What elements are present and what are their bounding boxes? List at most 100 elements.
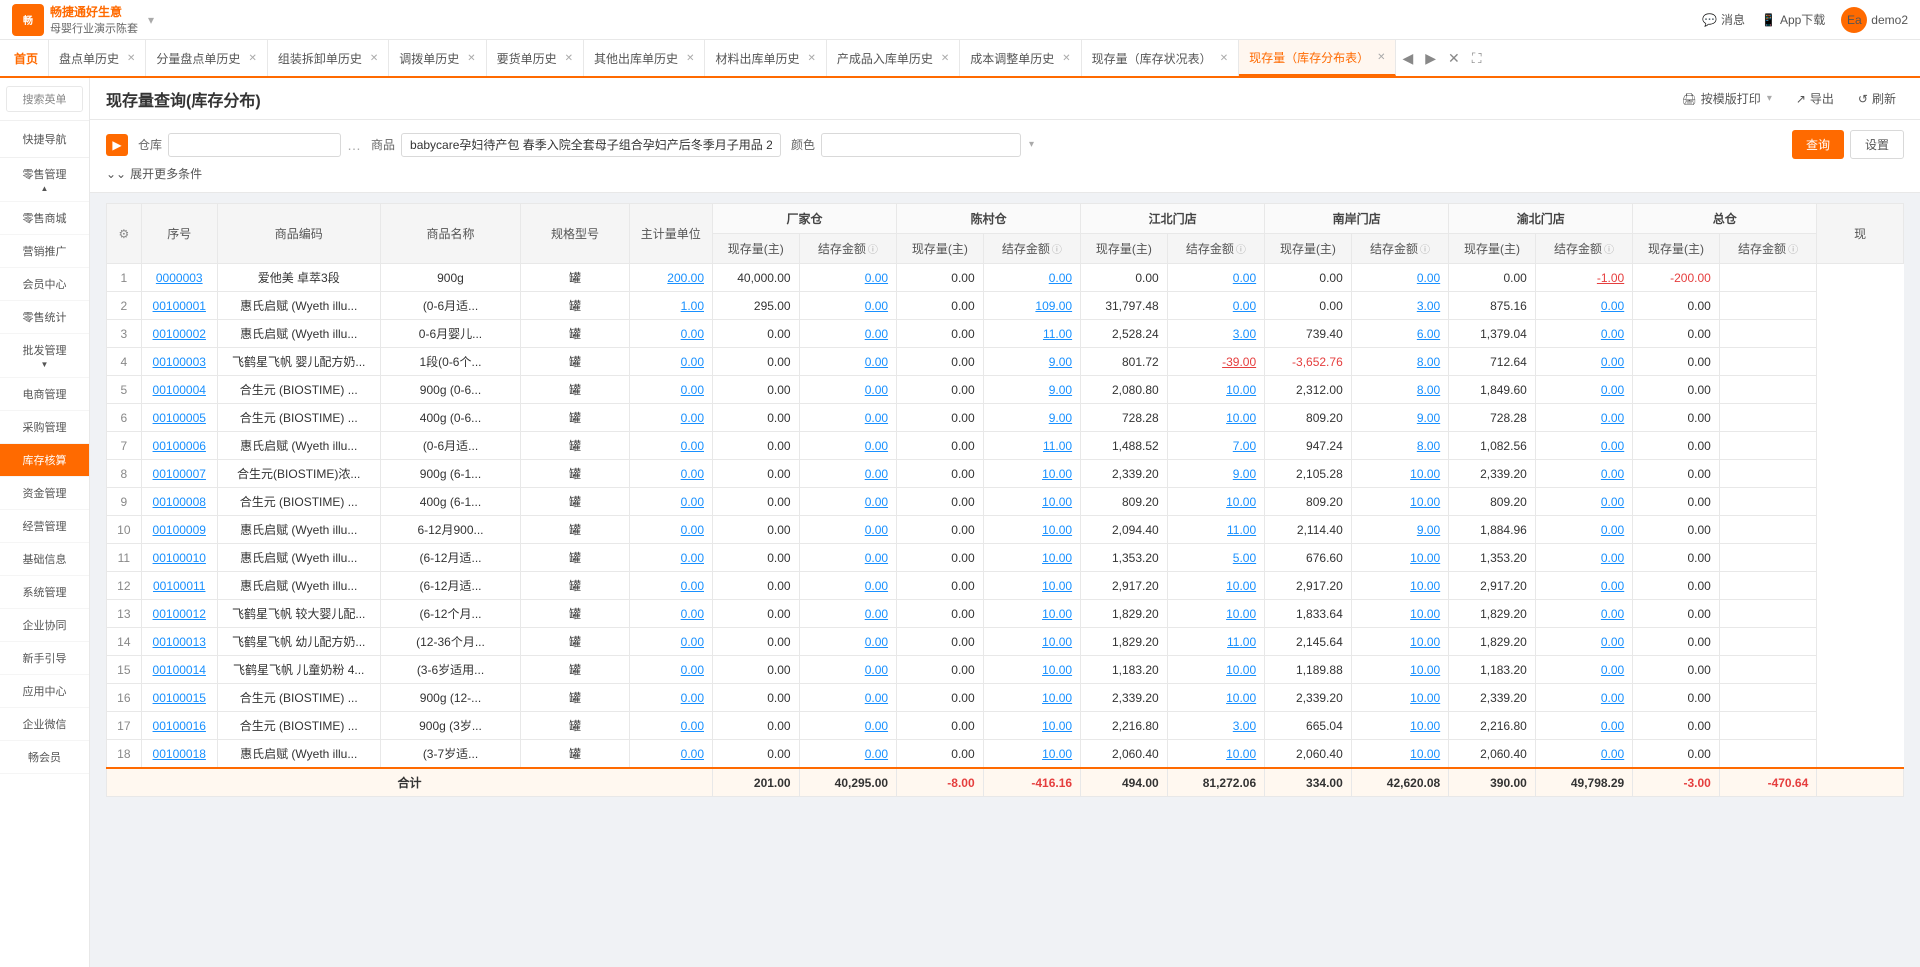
dropdown-icon[interactable]: ▾: [148, 13, 154, 27]
tab-close-all-btn[interactable]: ✕: [1442, 50, 1466, 67]
sidebar-item-member2[interactable]: 畅会员: [0, 741, 89, 774]
phone-icon: 📱: [1761, 13, 1776, 27]
chevron-up-icon: ▲: [41, 184, 49, 193]
print-btn[interactable]: 🖨 按模版打印 ▾: [1674, 86, 1780, 111]
col-yubeimen-stock: 现存量(主): [1449, 234, 1536, 264]
sidebar-item-retail-stats[interactable]: 零售统计: [0, 301, 89, 334]
sidebar-item-operations[interactable]: 经营管理: [0, 510, 89, 543]
col-jiangbei-header: 江北门店: [1081, 204, 1265, 234]
export-btn[interactable]: ↗ 导出: [1788, 86, 1842, 111]
col-yubeimen-amt: 结存金额ⓘ: [1535, 234, 1632, 264]
main-layout: 搜索英单 快捷导航 零售管理 ▲ 零售商城 营销推广 会员中心 零售统计 批发管…: [0, 78, 1920, 967]
tab-cost-adjust[interactable]: 成本调整单历史 ✕: [960, 40, 1081, 76]
sidebar-item-member[interactable]: 会员中心: [0, 268, 89, 301]
close-icon[interactable]: ✕: [127, 53, 135, 64]
sidebar-item-basics[interactable]: 基础信息: [0, 543, 89, 576]
table-row: 1200100011惠氏启赋 (Wyeth illu...(6-12月适...罐…: [107, 572, 1904, 600]
tabs-bar: 首页 盘点单历史 ✕ 分量盘点单历史 ✕ 组装拆卸单历史 ✕ 调拨单历史 ✕ 要…: [0, 40, 1920, 78]
page-header: 现存量查询(库存分布) 🖨 按模版打印 ▾ ↗ 导出 ↺ 刷新: [90, 78, 1920, 120]
tab-next-btn[interactable]: ▶: [1419, 50, 1442, 67]
table-container[interactable]: ⚙ 序号 商品编码 商品名称 规格型号 主计量单位 厂家仓 陈村仓 江北门店 南…: [90, 193, 1920, 967]
brand-name: 畅捷通好生意: [50, 3, 138, 20]
tab-stock-status[interactable]: 现存量（库存状况表） ✕: [1082, 40, 1239, 76]
close-icon[interactable]: ✕: [807, 53, 815, 64]
warehouse-field: 仓库 …: [138, 133, 361, 157]
warehouse-input[interactable]: [168, 133, 341, 157]
col-idx-header: 序号: [141, 204, 217, 264]
close-icon[interactable]: ✕: [1220, 53, 1228, 64]
tab-sub-stocktake[interactable]: 分量盘点单历史 ✕: [146, 40, 267, 76]
col-factory-header: 厂家仓: [713, 204, 897, 234]
sidebar-item-label: 会员中心: [23, 276, 67, 292]
sidebar-item-marketing[interactable]: 营销推广: [0, 235, 89, 268]
table-row: 400100003飞鹤星飞帆 婴儿配方奶...1段(0-6个...罐0.000.…: [107, 348, 1904, 376]
sidebar-nav-area: 快捷导航: [0, 121, 89, 158]
sidebar-item-guide[interactable]: 新手引导: [0, 642, 89, 675]
tab-expand-btn[interactable]: ⛶: [1466, 50, 1488, 67]
close-icon[interactable]: ✕: [686, 53, 694, 64]
tab-prev-btn[interactable]: ◀: [1396, 50, 1419, 67]
close-icon[interactable]: ✕: [248, 53, 256, 64]
col-nanan-stock: 现存量(主): [1265, 234, 1352, 264]
sidebar-item-finance[interactable]: 资金管理: [0, 477, 89, 510]
sidebar-item-label: 企业微信: [23, 716, 67, 732]
message-btn[interactable]: 💬 消息: [1702, 11, 1745, 28]
tab-stocktake[interactable]: 盘点单历史 ✕: [49, 40, 146, 76]
table-row: 300100002惠氏启赋 (Wyeth illu...0-6月婴儿...罐0.…: [107, 320, 1904, 348]
sidebar-item-inventory[interactable]: 库存核算: [0, 444, 89, 477]
table-row: 10000003爱他美 卓萃3段900g罐200.0040,000.000.00…: [107, 264, 1904, 292]
tab-stock-dist[interactable]: 现存量（库存分布表） ✕: [1239, 40, 1396, 76]
tab-home[interactable]: 首页: [4, 40, 49, 76]
sidebar-item-purchase[interactable]: 采购管理: [0, 411, 89, 444]
sidebar-item-system[interactable]: 系统管理: [0, 576, 89, 609]
product-input[interactable]: [401, 133, 781, 157]
setting-btn[interactable]: 设置: [1850, 130, 1904, 159]
avatar: Ea: [1841, 7, 1867, 33]
warehouse-label: 仓库: [138, 136, 162, 153]
user-area[interactable]: Ea demo2: [1841, 7, 1908, 33]
sidebar-item-ecommerce[interactable]: 电商管理: [0, 378, 89, 411]
logo-area: 畅 畅捷通好生意 母婴行业演示陈套 ▾: [12, 3, 154, 36]
close-icon[interactable]: ✕: [941, 53, 949, 64]
sidebar-item-retail-store[interactable]: 零售商城: [0, 202, 89, 235]
search-btn[interactable]: 搜索英单: [6, 86, 83, 112]
quick-nav-btn[interactable]: 快捷导航: [0, 125, 89, 153]
tab-material-out[interactable]: 材料出库单历史 ✕: [705, 40, 826, 76]
tab-other-out[interactable]: 其他出库单历史 ✕: [584, 40, 705, 76]
tab-transfer[interactable]: 调拨单历史 ✕: [389, 40, 486, 76]
col-settings-header[interactable]: ⚙: [107, 204, 142, 264]
sidebar-item-enterprise[interactable]: 企业协同: [0, 609, 89, 642]
chevron-down-icon: ⌄⌄: [106, 167, 126, 181]
chevron-down-icon: ▼: [41, 360, 49, 369]
tab-requisition[interactable]: 要货单历史 ✕: [487, 40, 584, 76]
color-input[interactable]: [821, 133, 1021, 157]
close-icon[interactable]: ✕: [565, 53, 573, 64]
table-row: 800100007合生元(BIOSTIME)浓...900g (6-1...罐0…: [107, 460, 1904, 488]
filter-expand-btn[interactable]: ▶: [106, 134, 128, 156]
table-row: 1600100015合生元 (BIOSTIME) ...900g (12-...…: [107, 684, 1904, 712]
close-icon[interactable]: ✕: [1377, 52, 1385, 63]
sidebar-item-app-center[interactable]: 应用中心: [0, 675, 89, 708]
sidebar-item-retail-mgmt[interactable]: 零售管理 ▲: [0, 158, 89, 202]
close-icon[interactable]: ✕: [467, 53, 475, 64]
col-factory-amt: 结存金额ⓘ: [799, 234, 896, 264]
app-download-btn[interactable]: 📱 App下载: [1761, 11, 1825, 28]
col-name-header: 商品名称: [380, 204, 521, 264]
expand-more-btn[interactable]: ⌄⌄ 展开更多条件: [106, 165, 1904, 182]
close-icon[interactable]: ✕: [370, 53, 378, 64]
dropdown-icon: ▾: [1767, 93, 1772, 104]
tab-assemble[interactable]: 组装拆卸单历史 ✕: [268, 40, 389, 76]
col-nanan-header: 南岸门店: [1265, 204, 1449, 234]
query-btn[interactable]: 查询: [1792, 130, 1844, 159]
color-field: 颜色 ▾: [791, 133, 1034, 157]
col-chenlu-amt: 结存金额ⓘ: [983, 234, 1080, 264]
sidebar-item-wholesale[interactable]: 批发管理 ▼: [0, 334, 89, 378]
table-row: 600100005合生元 (BIOSTIME) ...400g (0-6...罐…: [107, 404, 1904, 432]
sidebar-item-label: 应用中心: [23, 683, 67, 699]
refresh-icon: ↺: [1858, 92, 1868, 106]
close-icon[interactable]: ✕: [1062, 53, 1070, 64]
sidebar-item-wechat[interactable]: 企业微信: [0, 708, 89, 741]
sidebar-item-label: 基础信息: [23, 551, 67, 567]
tab-product-in[interactable]: 产成品入库单历史 ✕: [827, 40, 960, 76]
refresh-btn[interactable]: ↺ 刷新: [1850, 86, 1904, 111]
